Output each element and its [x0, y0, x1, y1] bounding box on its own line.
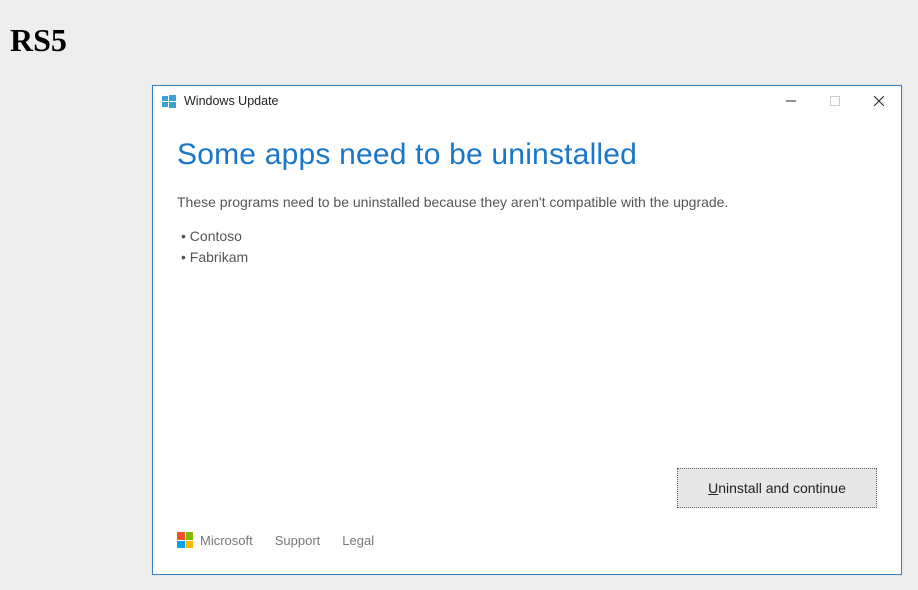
- dialog-description: These programs need to be uninstalled be…: [177, 194, 877, 210]
- page-label: RS5: [10, 22, 67, 59]
- microsoft-brand-text: Microsoft: [200, 533, 253, 548]
- window-title: Windows Update: [184, 94, 769, 108]
- action-area: Uninstall and continue: [677, 468, 877, 508]
- list-item: Fabrikam: [181, 247, 877, 268]
- support-link[interactable]: Support: [275, 533, 321, 548]
- maximize-button[interactable]: [813, 86, 857, 116]
- incompatible-apps-list: Contoso Fabrikam: [177, 226, 877, 268]
- windows-update-dialog: Windows Update Some apps need to be unin…: [152, 85, 902, 575]
- dialog-heading: Some apps need to be uninstalled: [177, 138, 877, 172]
- uninstall-and-continue-button[interactable]: Uninstall and continue: [677, 468, 877, 508]
- close-button[interactable]: [857, 86, 901, 116]
- list-item: Contoso: [181, 226, 877, 247]
- microsoft-logo-icon: [177, 532, 193, 548]
- legal-link[interactable]: Legal: [342, 533, 374, 548]
- dialog-content: Some apps need to be uninstalled These p…: [153, 116, 901, 268]
- titlebar: Windows Update: [153, 86, 901, 116]
- dialog-footer: Microsoft Support Legal: [177, 532, 374, 548]
- windows-update-icon: [161, 93, 177, 109]
- minimize-button[interactable]: [769, 86, 813, 116]
- window-controls: [769, 86, 901, 116]
- microsoft-logo: Microsoft: [177, 532, 253, 548]
